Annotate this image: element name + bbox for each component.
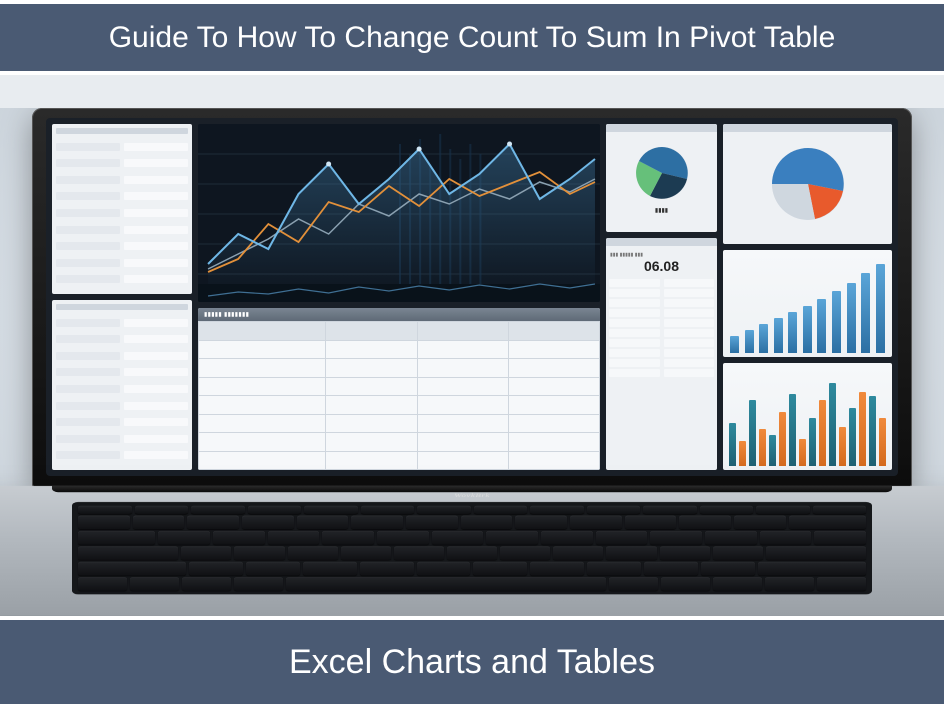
list-panel-top [52, 124, 192, 294]
list-panel-bottom [52, 300, 192, 470]
stat-panel: ▮▮▮ ▮▮▮▮▮ ▮▮▮ 06.08 [606, 238, 717, 470]
bar-chart-grouped [723, 363, 892, 470]
right-column: ▮▮▮▮ ▮▮▮ ▮▮▮▮▮ ▮▮▮ 06.08 [606, 124, 892, 470]
left-column [52, 124, 192, 470]
laptop-illustration: ▮▮▮▮▮ ▮▮▮▮▮▮▮ [32, 108, 912, 626]
hero-scene: ▮▮▮▮▮ ▮▮▮▮▮▮▮ [0, 108, 944, 626]
center-table: ▮▮▮▮▮ ▮▮▮▮▮▮▮ [198, 308, 600, 470]
table-header: ▮▮▮▮▮ ▮▮▮▮▮▮▮ [198, 308, 600, 321]
header-banner: Guide To How To Change Count To Sum In P… [0, 0, 944, 75]
center-column: ▮▮▮▮▮ ▮▮▮▮▮▮▮ [198, 124, 600, 470]
pie-small-svg [630, 141, 694, 205]
footer-banner: Excel Charts and Tables [0, 616, 944, 708]
pie-chart-small: ▮▮▮▮ [606, 124, 717, 232]
pie-large-svg [765, 141, 851, 227]
dashboard-screen: ▮▮▮▮▮ ▮▮▮▮▮▮▮ [46, 118, 898, 476]
laptop-keyboard: WovkBrk [0, 486, 944, 615]
big-number: 06.08 [610, 258, 713, 274]
header-title: Guide To How To Change Count To Sum In P… [109, 21, 836, 54]
pie-chart-large [723, 124, 892, 244]
laptop-brand: WovkBrk [454, 492, 490, 498]
footer-title: Excel Charts and Tables [289, 643, 655, 681]
bar-chart-ascending [723, 250, 892, 357]
line-chart-panel [198, 124, 600, 302]
line-chart-svg [198, 124, 600, 302]
laptop-screen-bezel: ▮▮▮▮▮ ▮▮▮▮▮▮▮ [32, 108, 912, 488]
